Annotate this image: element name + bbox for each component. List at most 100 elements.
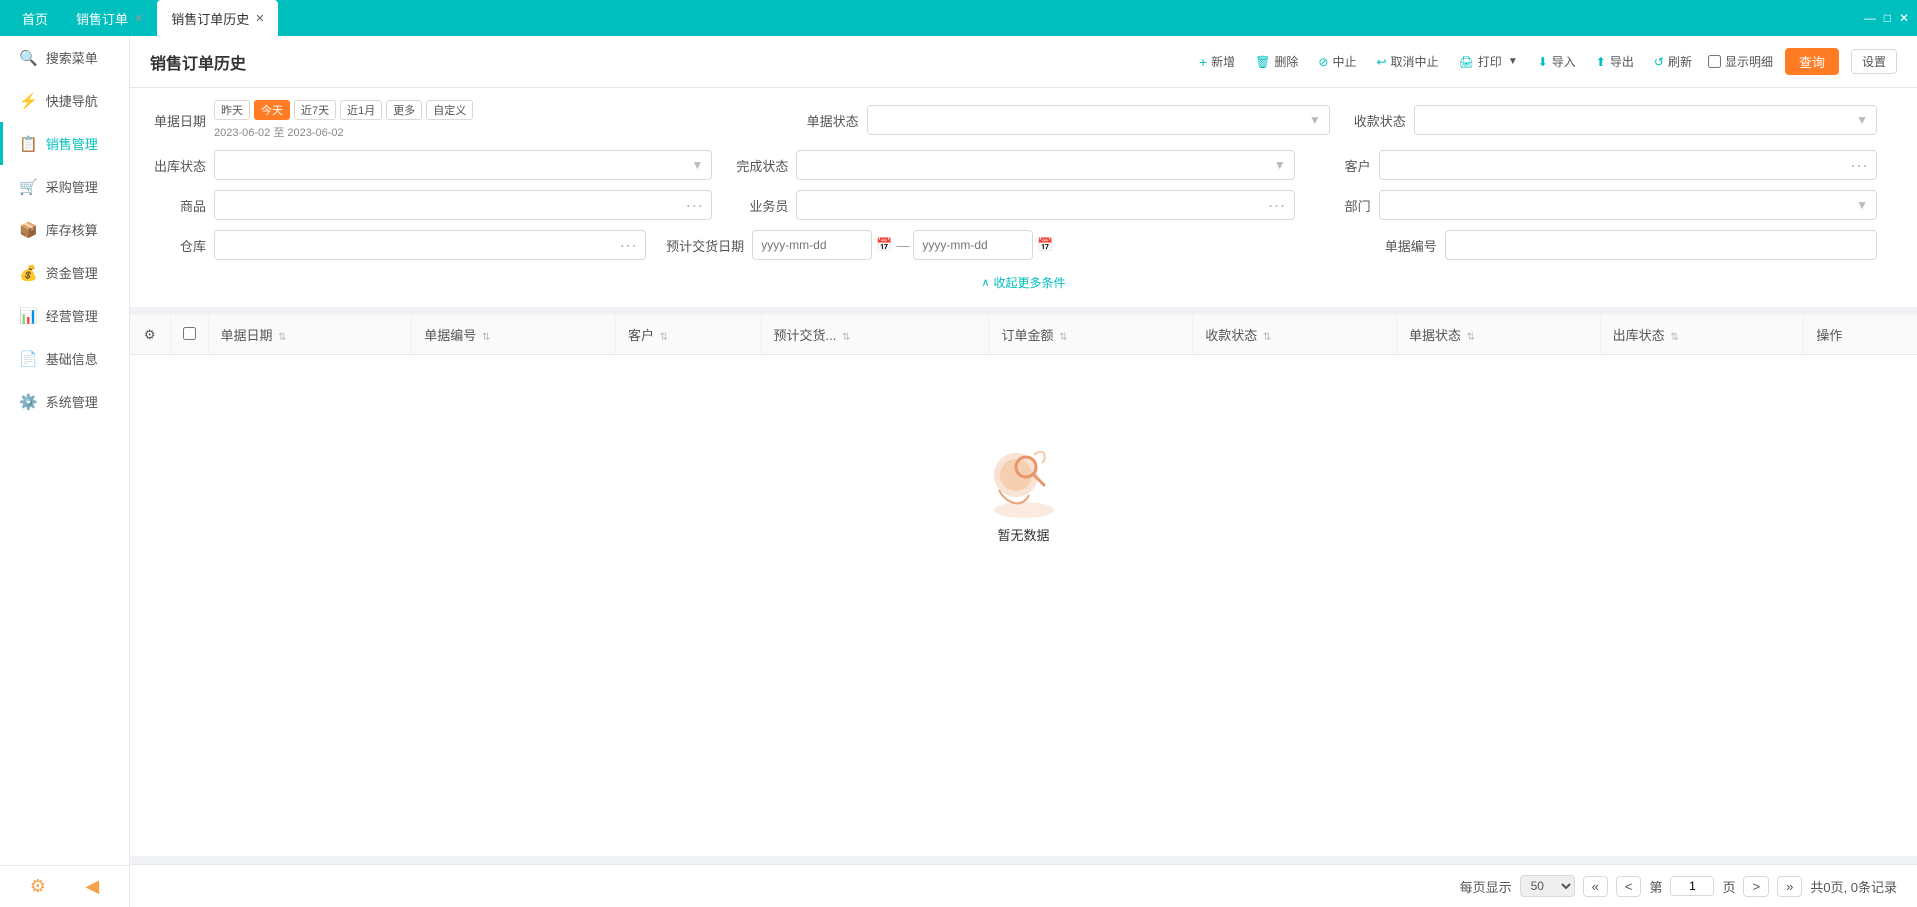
top-tabs: 首页 销售订单 ✕ 销售订单历史 ✕	[8, 0, 278, 36]
date-shortcuts: 昨天 今天 近7天 近1月 更多 自定义	[214, 100, 473, 120]
pagination: 每页显示 50 10 20 100 « < 第 页 > » 共0页, 0条记录	[130, 864, 1917, 907]
sidebar-item-sales[interactable]: 📋 销售管理	[0, 122, 129, 165]
complete-select[interactable]: ▼	[796, 150, 1294, 180]
sidebar-item-basic-info[interactable]: 📄 基础信息	[0, 337, 129, 380]
tab-sales-order-close[interactable]: ✕	[134, 12, 143, 25]
tab-sales-order[interactable]: 销售订单 ✕	[62, 0, 157, 36]
date-btn-7days[interactable]: 近7天	[294, 100, 336, 120]
top-bar: 首页 销售订单 ✕ 销售订单历史 ✕ — □ ✕	[0, 0, 1917, 36]
settings-label: 设置	[1862, 53, 1886, 70]
tab-sales-order-history-close[interactable]: ✕	[255, 12, 264, 25]
tab-sales-order-history[interactable]: 销售订单历史 ✕	[157, 0, 278, 36]
total-records: 共0页, 0条记录	[1810, 877, 1897, 896]
window-close[interactable]: ✕	[1899, 11, 1909, 25]
refresh-icon: ↺	[1654, 55, 1664, 69]
th-outbound-status[interactable]: 出库状态 ⇅	[1600, 315, 1804, 355]
date-btn-custom[interactable]: 自定义	[426, 100, 473, 120]
th-doc-status[interactable]: 单据状态 ⇅	[1396, 315, 1600, 355]
last-page-button[interactable]: »	[1777, 876, 1802, 897]
page-label-suffix: 页	[1722, 877, 1735, 896]
sidebar-item-operations[interactable]: 📊 经营管理	[0, 294, 129, 337]
th-doc-no[interactable]: 单据编号 ⇅	[412, 315, 616, 355]
th-doc-date[interactable]: 单据日期 ⇅	[208, 315, 412, 355]
doc-status-select[interactable]: ▼	[867, 105, 1330, 135]
sidebar-item-operations-label: 经营管理	[46, 306, 98, 325]
sidebar-settings-icon[interactable]: ⚙	[30, 876, 46, 897]
print-button[interactable]: 🖨 打印 ▼	[1455, 51, 1522, 72]
collapse-label: 收起更多条件	[994, 274, 1066, 291]
query-button[interactable]: 查询	[1785, 48, 1839, 75]
sidebar-item-finance-label: 资金管理	[46, 263, 98, 282]
warehouse-dots[interactable]: ···	[619, 235, 637, 256]
sidebar-item-search[interactable]: 🔍 搜索菜单	[0, 36, 129, 79]
sort-outbound-icon: ⇅	[1670, 332, 1678, 343]
delivery-date-to[interactable]	[913, 230, 1033, 260]
salesman-dots[interactable]: ···	[1268, 195, 1286, 216]
filter-goods: 商品 ···	[150, 190, 732, 220]
th-delivery-date[interactable]: 预计交货... ⇅	[761, 315, 989, 355]
th-payment-status[interactable]: 收款状态 ⇅	[1193, 315, 1397, 355]
date-btn-more[interactable]: 更多	[386, 100, 422, 120]
sidebar-item-sys-mgmt[interactable]: ⚙️ 系统管理	[0, 380, 129, 423]
cancel-stop-button[interactable]: ↩ 取消中止	[1372, 51, 1442, 72]
add-icon: +	[1199, 54, 1207, 70]
page-size-select[interactable]: 50 10 20 100	[1520, 875, 1575, 897]
print-label: 打印	[1478, 53, 1502, 70]
page-number-input[interactable]	[1670, 876, 1714, 896]
prev-page-button[interactable]: <	[1616, 876, 1642, 897]
import-button[interactable]: ⬇ 导入	[1534, 51, 1580, 72]
sidebar-item-quick-nav[interactable]: ⚡ 快捷导航	[0, 79, 129, 122]
next-page-button[interactable]: >	[1743, 876, 1769, 897]
sort-amount-icon: ⇅	[1059, 332, 1067, 343]
date-btn-today[interactable]: 今天	[254, 100, 290, 120]
th-operations: 操作	[1804, 315, 1917, 355]
customer-label: 客户	[1315, 156, 1371, 175]
sidebar-item-purchase[interactable]: 🛒 采购管理	[0, 165, 129, 208]
calendar-from-icon[interactable]: 📅	[876, 237, 892, 253]
import-icon: ⬇	[1538, 55, 1548, 69]
table-area: ⚙ 单据日期 ⇅ 单据编号 ⇅ 客户	[130, 315, 1917, 856]
date-btn-1month[interactable]: 近1月	[340, 100, 382, 120]
show-detail-checkbox[interactable]	[1708, 55, 1721, 68]
calendar-to-icon[interactable]: 📅	[1037, 237, 1053, 253]
payment-status-select[interactable]: ▼	[1414, 105, 1877, 135]
window-minimize[interactable]: —	[1864, 11, 1876, 25]
customer-dots[interactable]: ···	[1850, 155, 1868, 176]
settings-button[interactable]: 设置	[1851, 49, 1897, 74]
date-field-control: 昨天 今天 近7天 近1月 更多 自定义 2023-06-02 至 2023-0…	[214, 100, 783, 140]
collapse-bar[interactable]: ∧ 收起更多条件	[150, 270, 1897, 295]
show-detail-checkbox-label[interactable]: 显示明细	[1708, 53, 1773, 70]
select-all-checkbox[interactable]	[183, 327, 196, 340]
complete-arrow: ▼	[1274, 158, 1286, 172]
outbound-select[interactable]: ▼	[214, 150, 712, 180]
delete-button[interactable]: 🗑 删除	[1251, 51, 1302, 72]
refresh-button[interactable]: ↺ 刷新	[1650, 51, 1696, 72]
window-maximize[interactable]: □	[1884, 11, 1891, 25]
tab-home[interactable]: 首页	[8, 0, 62, 36]
sidebar-item-inventory[interactable]: 📦 库存核算	[0, 208, 129, 251]
sidebar-collapse-icon[interactable]: ◀	[85, 876, 99, 897]
sidebar-item-finance[interactable]: 💰 资金管理	[0, 251, 129, 294]
stop-button[interactable]: ⊘ 中止	[1314, 51, 1360, 72]
th-checkbox[interactable]	[170, 315, 208, 355]
department-select[interactable]: ▼	[1379, 190, 1877, 220]
goods-dots[interactable]: ···	[685, 195, 703, 216]
th-customer[interactable]: 客户 ⇅	[615, 315, 761, 355]
th-settings[interactable]: ⚙	[130, 315, 170, 355]
export-label: 导出	[1610, 53, 1634, 70]
inventory-icon: 📦	[19, 221, 38, 239]
order-no-input[interactable]	[1445, 230, 1877, 260]
sidebar-item-inventory-label: 库存核算	[46, 220, 98, 239]
th-order-amount[interactable]: 订单金额 ⇅	[989, 315, 1193, 355]
first-page-button[interactable]: «	[1583, 876, 1608, 897]
tab-home-label: 首页	[22, 9, 48, 28]
date-btn-yesterday[interactable]: 昨天	[214, 100, 250, 120]
outbound-label: 出库状态	[150, 156, 206, 175]
add-button[interactable]: + 新增	[1195, 51, 1239, 72]
query-label: 查询	[1799, 52, 1825, 71]
complete-label: 完成状态	[732, 156, 788, 175]
delete-icon: 🗑	[1255, 55, 1270, 69]
doc-status-label: 单据状态	[803, 111, 859, 130]
export-button[interactable]: ⬆ 导出	[1592, 51, 1638, 72]
delivery-date-from[interactable]	[752, 230, 872, 260]
